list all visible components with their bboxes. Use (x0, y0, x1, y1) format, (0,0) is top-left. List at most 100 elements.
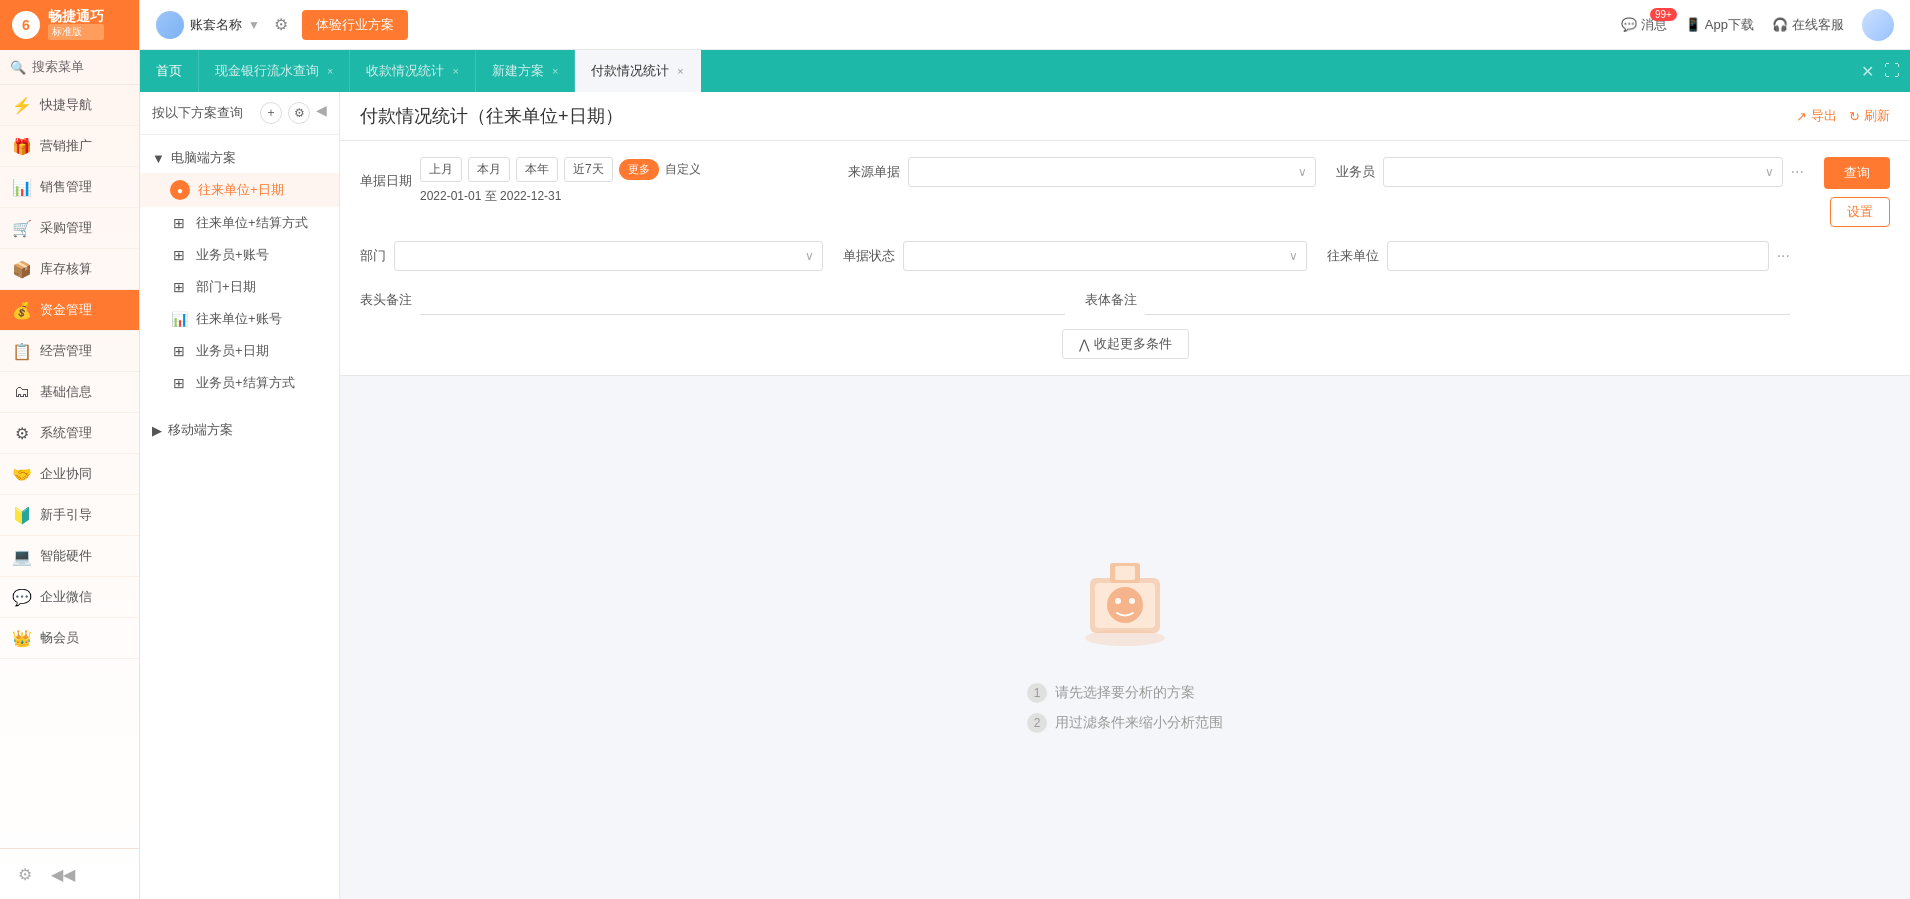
wechat-icon: 💬 (12, 587, 32, 607)
salesman-label: 业务员 (1336, 163, 1375, 181)
scheme-item-salesman-account[interactable]: ⊞ 业务员+账号 (140, 239, 339, 271)
date-more-btn[interactable]: 更多 (619, 159, 659, 180)
date-this-month-btn[interactable]: 本月 (468, 157, 510, 182)
date-custom-label[interactable]: 自定义 (665, 161, 701, 178)
tab-home[interactable]: 首页 (140, 50, 199, 92)
message-btn[interactable]: 💬 消息 99+ (1621, 16, 1667, 34)
tab-bank-flow-close-icon[interactable]: × (327, 65, 333, 77)
tab-payment-stats[interactable]: 付款情况统计 × (575, 50, 700, 92)
filter-settings-btn[interactable]: 设置 (1830, 197, 1890, 227)
scheme-collapse-icon[interactable]: ◀ (316, 102, 327, 124)
sidebar-item-finance[interactable]: 💰 资金管理 (0, 290, 139, 331)
doc-status-chevron-icon: ∨ (1289, 249, 1298, 263)
page-title: 付款情况统计（往来单位+日期） (360, 104, 623, 128)
tab-collection-label: 收款情况统计 (366, 62, 444, 80)
logo: 6 畅捷通巧 标准版 (0, 0, 139, 50)
sidebar-item-corp[interactable]: 🤝 企业协同 (0, 454, 139, 495)
collapse-label: 收起更多条件 (1094, 335, 1172, 353)
doc-status-select[interactable]: ∨ (903, 241, 1306, 271)
dept-label: 部门 (360, 247, 386, 265)
scheme-table-icon: ⊞ (170, 246, 188, 264)
source-select[interactable]: ∨ (908, 157, 1316, 187)
sidebar-item-operations[interactable]: 📋 经营管理 (0, 331, 139, 372)
sidebar-item-purchase[interactable]: 🛒 采购管理 (0, 208, 139, 249)
note-header-label: 表头备注 (360, 291, 412, 309)
note-header-input[interactable] (420, 285, 1065, 315)
sidebar-item-hardware[interactable]: 💻 智能硬件 (0, 536, 139, 577)
sidebar-item-label: 销售管理 (40, 178, 92, 196)
query-btn[interactable]: 查询 (1824, 157, 1890, 189)
note-body-input[interactable] (1145, 285, 1790, 315)
account-selector[interactable]: 账套名称 ▼ (156, 11, 260, 39)
filter-note-body-item: 表体备注 (1085, 285, 1790, 315)
scheme-table-icon: ⊞ (170, 214, 188, 232)
scheme-settings-btn[interactable]: ⚙ (288, 102, 310, 124)
date-last-month-btn[interactable]: 上月 (420, 157, 462, 182)
sidebar-item-label: 资金管理 (40, 301, 92, 319)
topbar-gear-icon[interactable]: ⚙ (274, 15, 288, 34)
date-this-year-btn[interactable]: 本年 (516, 157, 558, 182)
sidebar-collapse-btn[interactable]: ◀◀ (48, 859, 78, 889)
try-industry-btn[interactable]: 体验行业方案 (302, 10, 408, 40)
user-avatar[interactable] (1862, 9, 1894, 41)
refresh-btn[interactable]: ↻ 刷新 (1849, 107, 1890, 125)
scheme-item-salesman-date[interactable]: ⊞ 业务员+日期 (140, 335, 339, 367)
dept-select[interactable]: ∨ (394, 241, 823, 271)
scheme-item-dept-date[interactable]: ⊞ 部门+日期 (140, 271, 339, 303)
app-download-btn[interactable]: 📱 App下载 (1685, 16, 1754, 34)
inventory-icon: 📦 (12, 259, 32, 279)
corp-icon: 🤝 (12, 464, 32, 484)
svg-point-3 (1107, 587, 1143, 623)
tab-payment-stats-close-icon[interactable]: × (677, 65, 683, 77)
tab-new-scheme-close-icon[interactable]: × (552, 65, 558, 77)
partner-more-icon[interactable]: ··· (1777, 247, 1790, 265)
tab-new-scheme[interactable]: 新建方案 × (476, 50, 575, 92)
online-service-btn[interactable]: 🎧 在线客服 (1772, 16, 1844, 34)
app-download-label: App下载 (1705, 16, 1754, 34)
sidebar-item-inventory[interactable]: 📦 库存核算 (0, 249, 139, 290)
partner-select[interactable] (1387, 241, 1769, 271)
sidebar-item-guide[interactable]: 🔰 新手引导 (0, 495, 139, 536)
tab-bank-flow[interactable]: 现金银行流水查询 × (199, 50, 350, 92)
scheme-item-salesman-settlement[interactable]: ⊞ 业务员+结算方式 (140, 367, 339, 399)
sidebar-settings-btn[interactable]: ⚙ (10, 859, 40, 889)
date-range-value: 2022-01-01 至 2022-12-31 (420, 188, 561, 205)
date-last-7days-btn[interactable]: 近7天 (564, 157, 613, 182)
empty-tip-2: 2 用过滤条件来缩小分析范围 (1027, 713, 1223, 733)
doc-status-label: 单据状态 (843, 247, 895, 265)
scheme-add-btn[interactable]: + (260, 102, 282, 124)
svg-point-5 (1129, 598, 1135, 604)
sidebar-item-marketing[interactable]: 🎁 营销推广 (0, 126, 139, 167)
sidebar-item-quick-nav[interactable]: ⚡ 快捷导航 (0, 85, 139, 126)
scheme-item-partner-settlement[interactable]: ⊞ 往来单位+结算方式 (140, 207, 339, 239)
tab-collection-stats[interactable]: 收款情况统计 × (350, 50, 475, 92)
sidebar-item-member[interactable]: 👑 畅会员 (0, 618, 139, 659)
scheme-item-partner-account[interactable]: 📊 往来单位+账号 (140, 303, 339, 335)
sidebar-item-label: 快捷导航 (40, 96, 92, 114)
marketing-icon: 🎁 (12, 136, 32, 156)
salesman-more-icon[interactable]: ··· (1791, 163, 1804, 181)
scheme-chart-icon: 📊 (170, 310, 188, 328)
scheme-group-mobile-header[interactable]: ▶ 移动端方案 (140, 415, 339, 445)
salesman-select[interactable]: ∨ (1383, 157, 1783, 187)
sidebar-item-system[interactable]: ⚙ 系统管理 (0, 413, 139, 454)
scheme-item-partner-date[interactable]: ● 往来单位+日期 (140, 173, 339, 207)
sidebar-item-label: 营销推广 (40, 137, 92, 155)
guide-icon: 🔰 (12, 505, 32, 525)
collapse-conditions-btn[interactable]: ⋀ 收起更多条件 (1062, 329, 1189, 359)
export-btn[interactable]: ↗ 导出 (1796, 107, 1837, 125)
scheme-group-desktop-header[interactable]: ▼ 电脑端方案 (140, 143, 339, 173)
message-badge: 99+ (1650, 8, 1677, 21)
filter-area: 单据日期 上月 本月 本年 近7天 更多 自定义 2022-01-01 至 20… (340, 141, 1910, 376)
window-close-icon[interactable]: ✕ (1861, 62, 1874, 81)
sidebar-item-wechat[interactable]: 💬 企业微信 (0, 577, 139, 618)
sidebar-item-sales[interactable]: 📊 销售管理 (0, 167, 139, 208)
date-label: 单据日期 (360, 172, 412, 190)
filter-salesman-item: 业务员 ∨ ··· (1336, 157, 1804, 187)
window-maximize-icon[interactable]: ⛶ (1884, 62, 1900, 80)
sidebar-item-basic-info[interactable]: 🗂 基础信息 (0, 372, 139, 413)
partner-label: 往来单位 (1327, 247, 1379, 265)
tab-collection-close-icon[interactable]: × (452, 65, 458, 77)
dept-chevron-icon: ∨ (805, 249, 814, 263)
search-menu[interactable]: 🔍 搜索菜单 (0, 50, 139, 85)
